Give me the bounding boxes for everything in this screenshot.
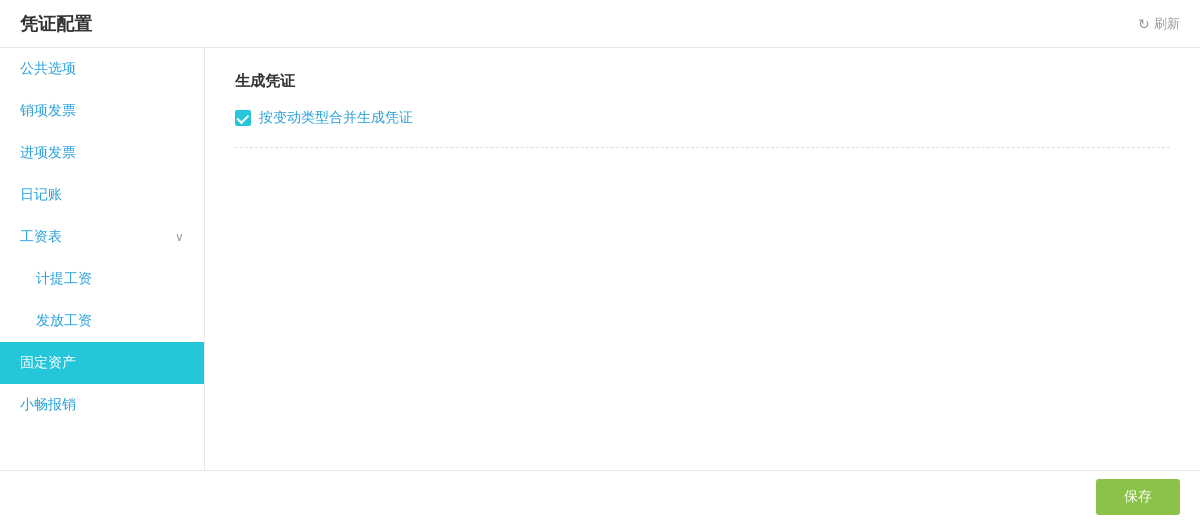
section-title: 生成凭证: [235, 72, 1170, 91]
sidebar-item-label: 日记账: [20, 186, 62, 204]
header: 凭证配置 ↻ 刷新: [0, 0, 1200, 48]
content-area: 生成凭证 按变动类型合并生成凭证: [205, 48, 1200, 470]
sidebar-item-sales-invoice[interactable]: 销项发票: [0, 90, 204, 132]
sidebar-item-label: 进项发票: [20, 144, 76, 162]
sidebar-item-label: 工资表: [20, 228, 62, 246]
sidebar-item-fixed-assets[interactable]: 固定资产: [0, 342, 204, 384]
sidebar-item-expense[interactable]: 小畅报销: [0, 384, 204, 426]
merge-checkbox[interactable]: [235, 110, 251, 126]
divider: [235, 147, 1170, 148]
sidebar-item-label: 销项发票: [20, 102, 76, 120]
sidebar-item-label: 计提工资: [36, 270, 92, 288]
sidebar-item-public[interactable]: 公共选项: [0, 48, 204, 90]
sidebar-item-label: 固定资产: [20, 354, 76, 372]
sidebar-item-label: 公共选项: [20, 60, 76, 78]
sidebar-item-payroll-issue[interactable]: 发放工资: [0, 300, 204, 342]
sidebar-item-purchase-invoice[interactable]: 进项发票: [0, 132, 204, 174]
footer: 保存: [0, 470, 1200, 522]
refresh-button[interactable]: ↻ 刷新: [1138, 15, 1180, 33]
save-button[interactable]: 保存: [1096, 479, 1180, 515]
page-title: 凭证配置: [20, 12, 92, 36]
sidebar-item-commission[interactable]: 计提工资: [0, 258, 204, 300]
main-layout: 公共选项 销项发票 进项发票 日记账 工资表 ∨ 计提工资 发放工资 固定资产 …: [0, 48, 1200, 470]
sidebar: 公共选项 销项发票 进项发票 日记账 工资表 ∨ 计提工资 发放工资 固定资产 …: [0, 48, 205, 470]
sidebar-item-journal[interactable]: 日记账: [0, 174, 204, 216]
sidebar-item-label: 发放工资: [36, 312, 92, 330]
checkbox-row: 按变动类型合并生成凭证: [235, 109, 1170, 127]
chevron-down-icon: ∨: [175, 230, 184, 244]
sidebar-item-label: 小畅报销: [20, 396, 76, 414]
refresh-label: 刷新: [1154, 15, 1180, 33]
refresh-icon: ↻: [1138, 16, 1150, 32]
merge-checkbox-label: 按变动类型合并生成凭证: [259, 109, 413, 127]
sidebar-item-payroll[interactable]: 工资表 ∨: [0, 216, 204, 258]
